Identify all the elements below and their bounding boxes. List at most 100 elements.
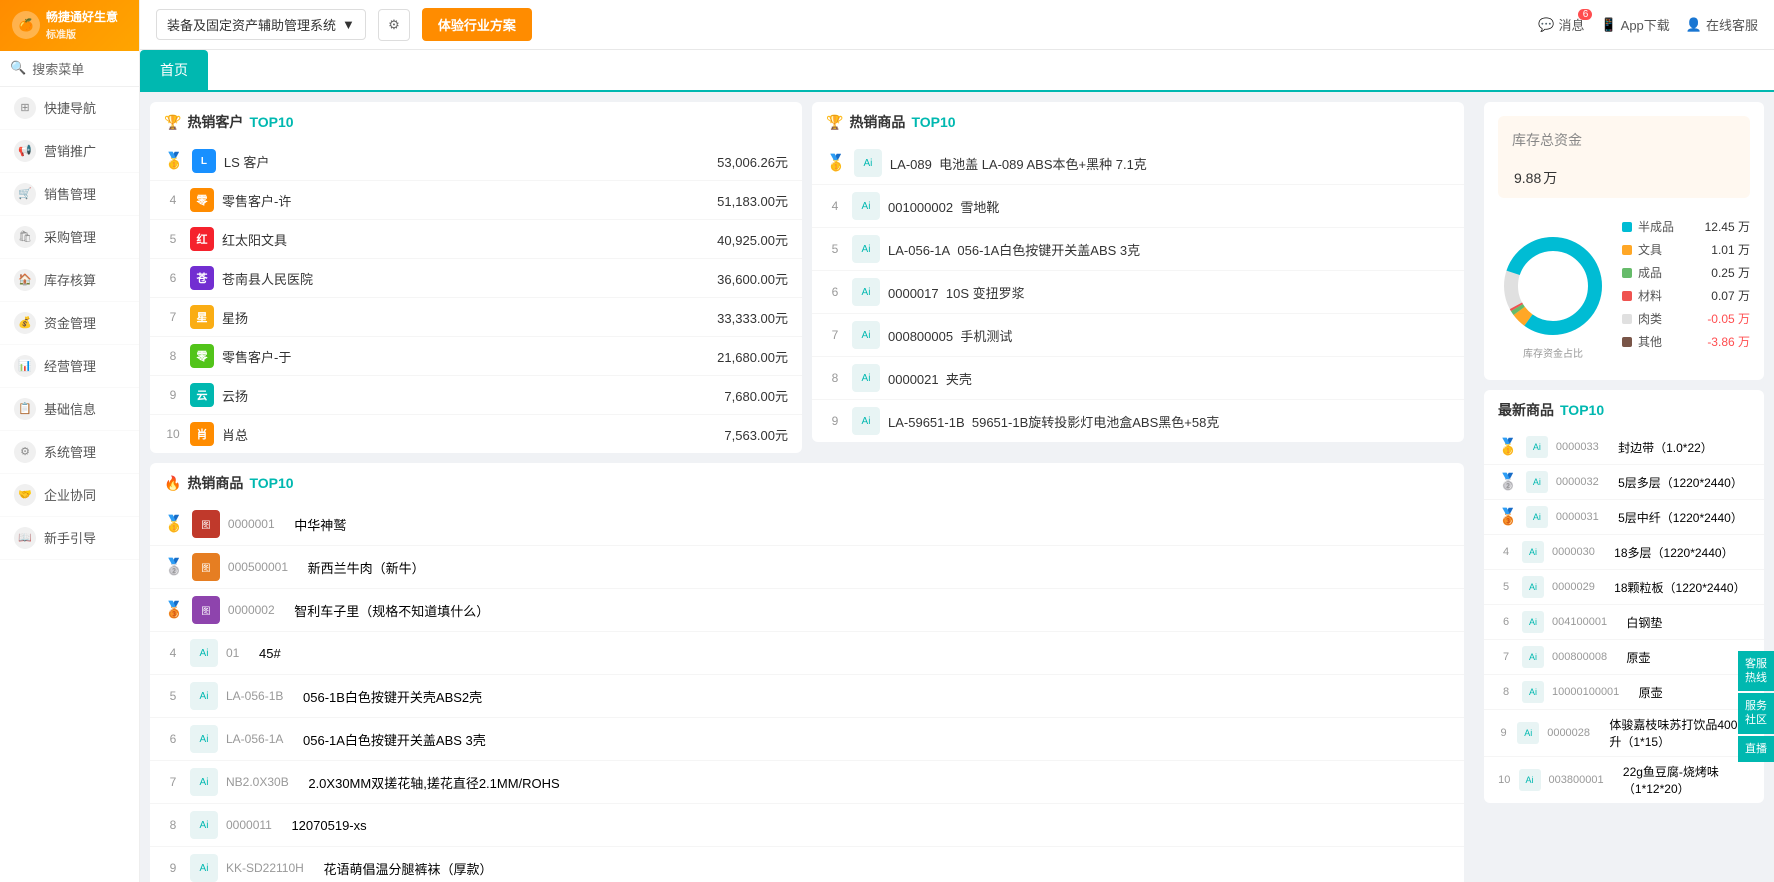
system-selector[interactable]: 装备及固定资产辅助管理系统 ▼: [156, 9, 366, 40]
sidebar-item-marketing[interactable]: 📢 营销推广: [0, 130, 139, 173]
product-name: 花语萌倡温分腿裤袜（厚款）: [323, 859, 492, 878]
phone-icon: 📱: [1600, 17, 1616, 33]
medal-icon: 🥇: [826, 153, 846, 173]
sidebar-item-finance[interactable]: 💰 资金管理: [0, 302, 139, 345]
customer-badge: 星: [190, 305, 214, 329]
legend-item: 材料 0.07 万: [1622, 287, 1750, 304]
rank-num: 7: [164, 310, 182, 324]
chart-container: 库存资金占比 半成品 12.45 万 文具 1.01 万: [1498, 208, 1750, 366]
sales-icon: 🛒: [14, 183, 36, 205]
sidebar-item-guide[interactable]: 📖 新手引导: [0, 517, 139, 560]
product-thumb: Ai: [854, 149, 882, 177]
product-name: 2.0X30MM双搓花轴,搓花直径2.1MM/ROHS: [308, 773, 559, 792]
legend-dot: [1622, 222, 1632, 232]
product-name: 10S 变扭罗浆: [946, 286, 1025, 301]
trial-button[interactable]: 体验行业方案: [422, 8, 532, 41]
list-item: 9 Ai LA-59651-1B 59651-1B旋转投影灯电池盒ABS黑色+5…: [812, 400, 1464, 442]
list-item: 9 Ai 0000028 体骏嘉枝味苏打饮品400毫升（1*15）: [1484, 710, 1764, 757]
legend-value: 0.07 万: [1711, 287, 1750, 304]
logo-sub: 标准版: [46, 26, 118, 41]
direct-service-btn[interactable]: 直播: [1738, 736, 1774, 762]
system-name: 装备及固定资产辅助管理系统: [167, 15, 336, 34]
customer-badge: 零: [190, 344, 214, 368]
medal-icon: 🥈: [164, 557, 184, 577]
product-name: 体骏嘉枝味苏打饮品400毫升（1*15）: [1609, 716, 1750, 750]
gear-button[interactable]: ⚙: [378, 9, 410, 41]
sidebar-label: 基础信息: [44, 399, 96, 418]
sidebar-item-cooperation[interactable]: 🤝 企业协同: [0, 474, 139, 517]
product-code: 000500001: [228, 560, 288, 574]
sidebar-item-base-info[interactable]: 📋 基础信息: [0, 388, 139, 431]
top-section: 🏆 热销客户 TOP10 🥇 L LS 客户 53,006.26元: [150, 102, 1464, 463]
customer-amount: 53,006.26元: [717, 152, 788, 171]
list-item: 5 Ai 0000029 18颗粒板（1220*2440）: [1484, 570, 1764, 605]
search-icon: 🔍: [10, 60, 26, 76]
legend-item: 半成品 12.45 万: [1622, 218, 1750, 235]
customer-badge: 肖: [190, 422, 214, 446]
list-item: 7 Ai 000800005 手机测试: [812, 314, 1464, 357]
product-code: 0000017: [888, 286, 939, 301]
product-thumb: Ai: [190, 639, 218, 667]
service-community-btn[interactable]: 服务社区: [1738, 693, 1774, 734]
logo-text: 畅捷通好生意 标准版: [46, 10, 118, 41]
sidebar-item-purchase[interactable]: 🛍 采购管理: [0, 216, 139, 259]
purchase-icon: 🛍: [14, 226, 36, 248]
product-code: 0000028: [1547, 727, 1590, 739]
sidebar-item-inventory[interactable]: 🏠 库存核算: [0, 259, 139, 302]
operations-icon: 📊: [14, 355, 36, 377]
sidebar-item-system[interactable]: ⚙ 系统管理: [0, 431, 139, 474]
customer-name: 零售客户-许: [222, 191, 709, 210]
medal-icon: 🥇: [164, 514, 184, 534]
legend-item: 肉类 -0.05 万: [1622, 310, 1750, 327]
inventory-number: 9.88: [1514, 170, 1541, 186]
product-code: 0000029: [1552, 581, 1595, 593]
customer-name: 零售客户-于: [222, 347, 709, 366]
table-row: 6 苍 苍南县人民医院 36,600.00元: [150, 259, 802, 298]
product-code: 0000031: [1556, 511, 1599, 523]
customer-badge: 云: [190, 383, 214, 407]
new-products-card: 最新商品 TOP10 🥇 Ai 0000033 封边带（1.0*22） 🥈 Ai…: [1484, 390, 1764, 803]
rank-num: 8: [164, 349, 182, 363]
message-btn[interactable]: 💬 消息 6: [1538, 15, 1584, 34]
sidebar-item-operations[interactable]: 📊 经营管理: [0, 345, 139, 388]
rank-num: 8: [826, 371, 844, 385]
product-name: 夹壳: [946, 372, 972, 387]
product-thumb: Ai: [190, 682, 218, 710]
hot-products-card: 🔥 热销商品 TOP10 🥇 图 0000001 中华神鹫 🥈 图 000500…: [150, 463, 1464, 882]
float-buttons: 客服热线 服务社区 直播: [1738, 651, 1774, 762]
sidebar-label: 系统管理: [44, 442, 96, 461]
product-name: 5层中纤（1220*2440）: [1618, 509, 1743, 526]
product-thumb: 图: [192, 510, 220, 538]
base-info-icon: 📋: [14, 398, 36, 420]
hot-products-top10: TOP10: [249, 475, 293, 491]
online-service-btn[interactable]: 👤 在线客服: [1686, 15, 1758, 34]
legend-name: 材料: [1638, 287, 1705, 304]
product-code: 10000100001: [1552, 686, 1619, 698]
table-row: 8 零 零售客户-于 21,680.00元: [150, 337, 802, 376]
sidebar-item-quick-nav[interactable]: ⊞ 快捷导航: [0, 87, 139, 130]
products-right-title: 热销商品: [849, 112, 905, 132]
new-products-title: 最新商品: [1498, 400, 1554, 420]
products-right-header: 🏆 热销商品 TOP10: [812, 102, 1464, 142]
customer-service-btn[interactable]: 客服热线: [1738, 651, 1774, 692]
legend-dot: [1622, 245, 1632, 255]
product-thumb: 图: [192, 553, 220, 581]
message-icon: 💬: [1538, 17, 1554, 33]
sidebar-item-sales[interactable]: 🛒 销售管理: [0, 173, 139, 216]
products-right-list: 🥇 Ai LA-089 电池盖 LA-089 ABS本色+黑种 7.1克 4 A…: [812, 142, 1464, 442]
list-item: 🥈 Ai 0000032 5层多层（1220*2440）: [1484, 465, 1764, 500]
list-item: 🥇 Ai LA-089 电池盖 LA-089 ABS本色+黑种 7.1克: [812, 142, 1464, 185]
rank-num: 7: [164, 775, 182, 789]
customer-amount: 51,183.00元: [717, 191, 788, 210]
list-item: 🥇 Ai 0000033 封边带（1.0*22）: [1484, 430, 1764, 465]
sidebar-label: 采购管理: [44, 227, 96, 246]
gear-icon: ⚙: [388, 17, 400, 33]
list-item: 4 Ai 0000030 18多层（1220*2440）: [1484, 535, 1764, 570]
table-row: 5 红 红太阳文具 40,925.00元: [150, 220, 802, 259]
search-menu[interactable]: 🔍 搜索菜单: [0, 51, 139, 87]
app-download-btn[interactable]: 📱 App下载: [1600, 15, 1669, 34]
tab-home[interactable]: 首页: [140, 50, 208, 90]
customer-amount: 33,333.00元: [717, 308, 788, 327]
service-icon: 👤: [1686, 17, 1702, 33]
customers-title: 热销客户: [187, 112, 243, 132]
